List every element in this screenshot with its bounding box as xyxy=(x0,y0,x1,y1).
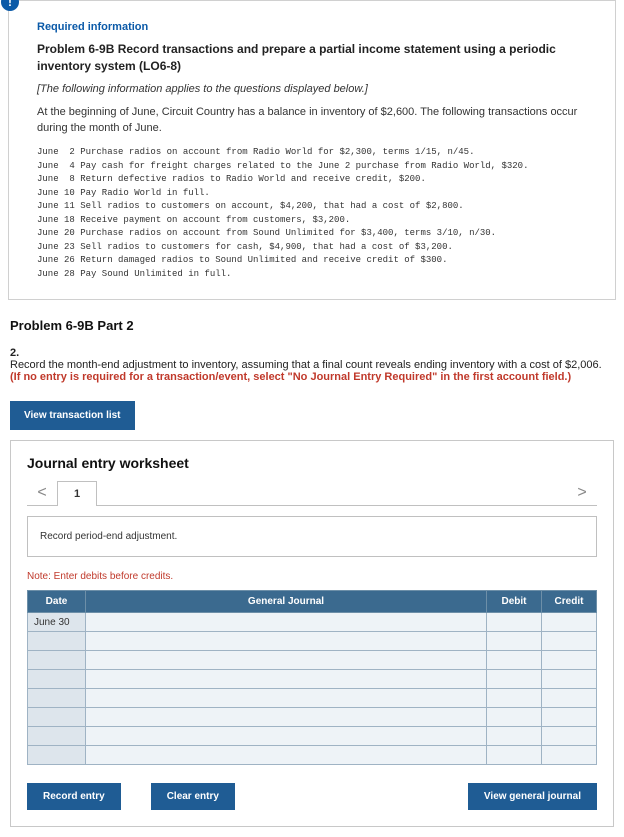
cell-debit[interactable] xyxy=(487,689,542,708)
cell-date[interactable]: June 30 xyxy=(28,613,86,632)
applies-note: [The following information applies to th… xyxy=(37,83,597,95)
cell-account[interactable] xyxy=(86,670,487,689)
cell-credit[interactable] xyxy=(542,670,597,689)
journal-entry-table: Date General Journal Debit Credit June 3… xyxy=(27,590,597,765)
th-debit: Debit xyxy=(487,591,542,613)
cell-credit[interactable] xyxy=(542,746,597,765)
th-general-journal: General Journal xyxy=(86,591,487,613)
cell-account[interactable] xyxy=(86,632,487,651)
tab-row: < 1 > xyxy=(27,481,597,506)
button-row: Record entry Clear entry View general jo… xyxy=(27,783,597,810)
cell-account[interactable] xyxy=(86,746,487,765)
cell-debit[interactable] xyxy=(487,670,542,689)
instruction-box: Record period-end adjustment. xyxy=(27,516,597,557)
th-date: Date xyxy=(28,591,86,613)
table-row xyxy=(28,727,597,746)
table-row xyxy=(28,746,597,765)
cell-date[interactable] xyxy=(28,708,86,727)
table-row xyxy=(28,689,597,708)
cell-credit[interactable] xyxy=(542,689,597,708)
table-row xyxy=(28,651,597,670)
next-arrow-icon[interactable]: > xyxy=(567,484,597,502)
cell-credit[interactable] xyxy=(542,613,597,632)
view-transaction-list-button[interactable]: View transaction list xyxy=(10,401,135,430)
clear-entry-button[interactable]: Clear entry xyxy=(151,783,235,810)
cell-date[interactable] xyxy=(28,727,86,746)
info-icon: ! xyxy=(1,0,19,11)
table-row xyxy=(28,632,597,651)
cell-date[interactable] xyxy=(28,689,86,708)
cell-debit[interactable] xyxy=(487,613,542,632)
cell-debit[interactable] xyxy=(487,708,542,727)
journal-entry-worksheet: Journal entry worksheet < 1 > Record per… xyxy=(10,440,614,827)
question-block: 2. Record the month-end adjustment to in… xyxy=(10,347,614,383)
cell-date[interactable] xyxy=(28,670,86,689)
part-title: Problem 6-9B Part 2 xyxy=(10,318,614,333)
cell-account[interactable] xyxy=(86,708,487,727)
question-text: Record the month-end adjustment to inven… xyxy=(10,359,602,371)
cell-date[interactable] xyxy=(28,632,86,651)
table-row: June 30 xyxy=(28,613,597,632)
jew-title: Journal entry worksheet xyxy=(27,455,597,471)
table-row xyxy=(28,708,597,727)
cell-debit[interactable] xyxy=(487,746,542,765)
required-info-heading: Required information xyxy=(37,21,597,33)
transaction-list: June 2 Purchase radios on account from R… xyxy=(37,146,597,281)
cell-credit[interactable] xyxy=(542,727,597,746)
cell-debit[interactable] xyxy=(487,632,542,651)
question-number: 2. xyxy=(10,347,614,359)
problem-title: Problem 6-9B Record transactions and pre… xyxy=(37,41,597,75)
cell-date[interactable] xyxy=(28,746,86,765)
cell-account[interactable] xyxy=(86,613,487,632)
th-credit: Credit xyxy=(542,591,597,613)
required-info-card: ! Required information Problem 6-9B Reco… xyxy=(8,0,616,300)
cell-account[interactable] xyxy=(86,651,487,670)
cell-date[interactable] xyxy=(28,651,86,670)
narrative-text: At the beginning of June, Circuit Countr… xyxy=(37,105,597,137)
cell-debit[interactable] xyxy=(487,727,542,746)
table-row xyxy=(28,670,597,689)
cell-debit[interactable] xyxy=(487,651,542,670)
cell-credit[interactable] xyxy=(542,651,597,670)
cell-account[interactable] xyxy=(86,727,487,746)
cell-account[interactable] xyxy=(86,689,487,708)
note-debits-before-credits: Note: Enter debits before credits. xyxy=(27,571,597,582)
record-entry-button[interactable]: Record entry xyxy=(27,783,121,810)
cell-credit[interactable] xyxy=(542,708,597,727)
tab-1[interactable]: 1 xyxy=(57,481,97,506)
prev-arrow-icon[interactable]: < xyxy=(27,484,57,502)
view-general-journal-button[interactable]: View general journal xyxy=(468,783,597,810)
cell-credit[interactable] xyxy=(542,632,597,651)
question-red-note: (If no entry is required for a transacti… xyxy=(10,371,571,383)
